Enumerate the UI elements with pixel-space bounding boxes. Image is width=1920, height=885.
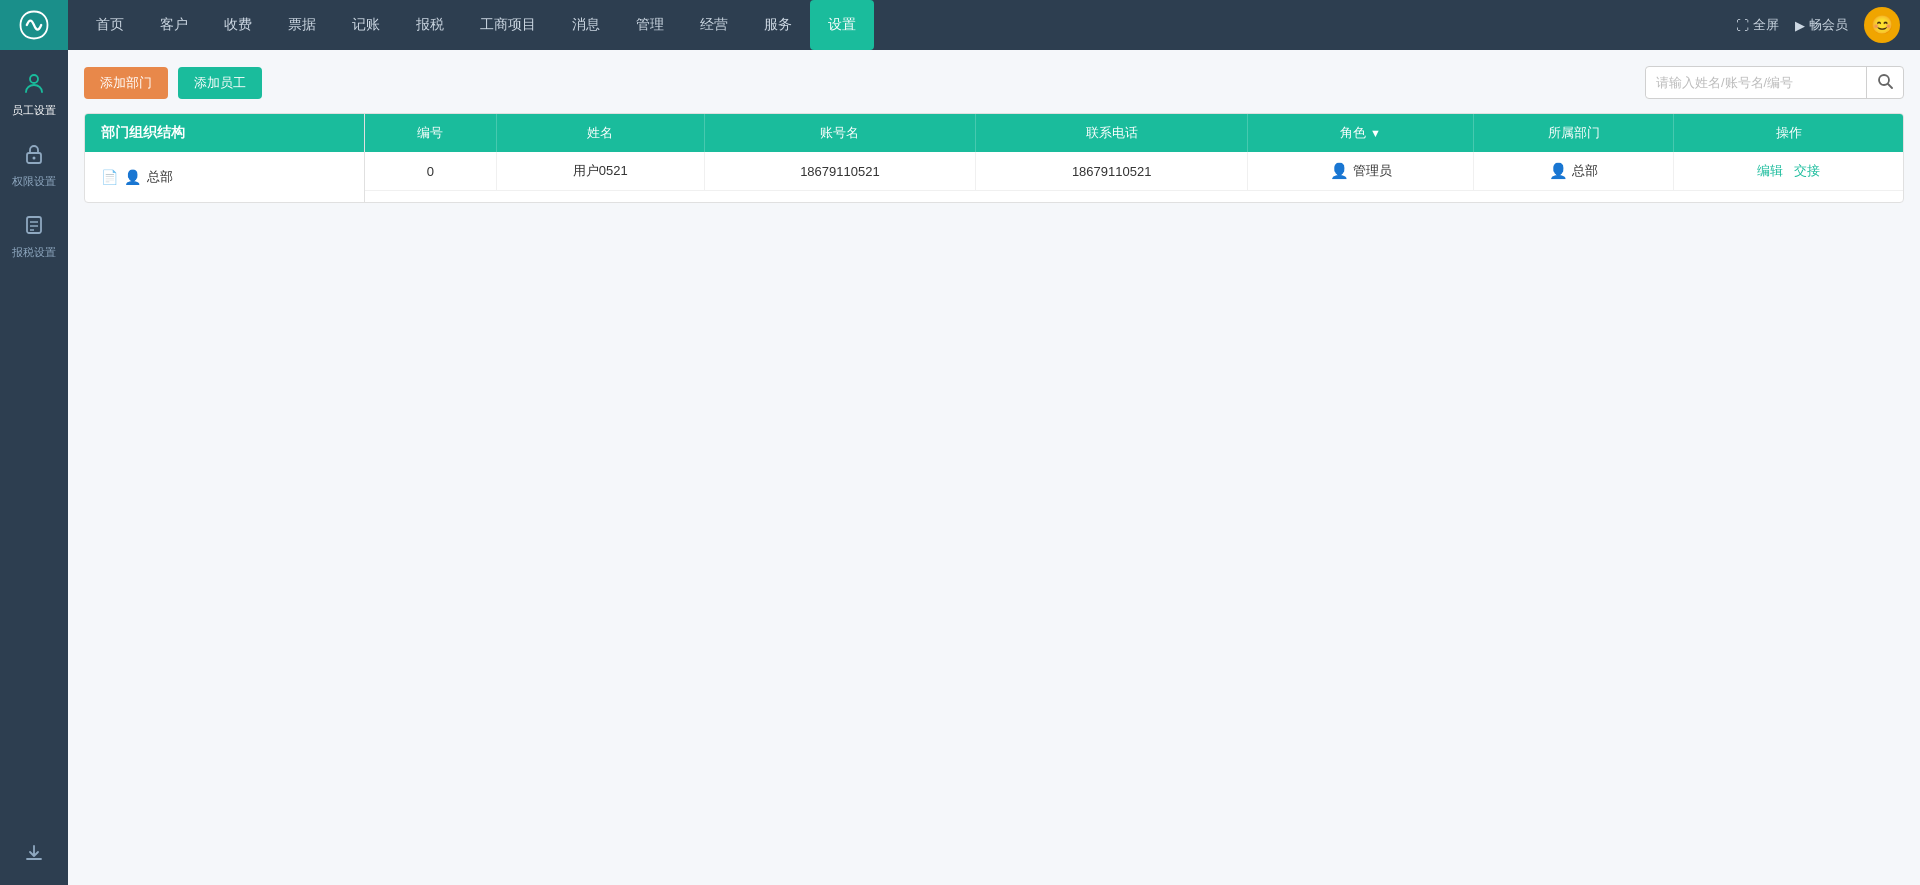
cell-name: 用户0521 [496,152,704,191]
table-row: 0 用户0521 18679110521 18679110521 👤 管理员 👤… [365,152,1903,191]
nav-item-manage[interactable]: 管理 [618,0,682,50]
main-content: 添加部门 添加员工 部门组织结构 [68,50,1920,885]
content-panel: 部门组织结构 📄 👤 总部 编号 姓名 账号名 [84,113,1904,203]
cell-account: 18679110521 [704,152,976,191]
col-phone: 联系电话 [976,114,1248,152]
cell-action: 编辑 交接 [1674,152,1903,191]
fullscreen-label: 全屏 [1753,16,1779,34]
nav-item-business[interactable]: 工商项目 [462,0,554,50]
search-button[interactable] [1866,67,1903,98]
sidebar-item-permission[interactable]: 权限设置 [0,131,68,197]
col-action: 操作 [1674,114,1903,152]
col-dept: 所属部门 [1474,114,1674,152]
nav-item-settings[interactable]: 设置 [810,0,874,50]
col-name: 姓名 [496,114,704,152]
nav-item-message[interactable]: 消息 [554,0,618,50]
sidebar-permission-label: 权限设置 [12,174,56,189]
dept-tree-body: 📄 👤 总部 [85,152,364,202]
role-user-icon: 👤 [1330,162,1349,180]
top-nav: 首页 客户 收费 票据 记账 报税 工商项目 消息 管理 经营 服务 设置 ⛶ … [0,0,1920,50]
nav-item-bookkeeping[interactable]: 记账 [334,0,398,50]
role-name: 管理员 [1353,162,1392,180]
dept-name: 总部 [147,168,173,186]
employee-table: 编号 姓名 账号名 联系电话 角色 ▼ 所属部门 操作 [365,114,1903,191]
col-account: 账号名 [704,114,976,152]
nav-item-fee[interactable]: 收费 [206,0,270,50]
vip-btn[interactable]: ▶ 畅会员 [1795,16,1848,34]
search-input[interactable] [1646,69,1866,96]
add-emp-button[interactable]: 添加员工 [178,67,262,99]
sidebar-item-employee[interactable]: 员工设置 [0,60,68,126]
svg-line-8 [1888,84,1892,88]
dept-name-cell: 总部 [1572,162,1598,180]
lock-icon [23,143,45,170]
nav-items: 首页 客户 收费 票据 记账 报税 工商项目 消息 管理 经营 服务 设置 [68,0,1736,50]
svg-point-0 [30,75,38,83]
nav-item-service[interactable]: 服务 [746,0,810,50]
vip-icon: ▶ [1795,18,1805,33]
sidebar-employee-label: 员工设置 [12,103,56,118]
dept-tree-header: 部门组织结构 [85,114,364,152]
cell-dept: 👤 总部 [1474,152,1674,191]
add-dept-button[interactable]: 添加部门 [84,67,168,99]
handover-link[interactable]: 交接 [1794,163,1820,178]
tax-icon [23,214,45,241]
download-icon [23,842,45,867]
doc-icon: 📄 [101,169,118,185]
search-area [1645,66,1904,99]
emp-table-area: 编号 姓名 账号名 联系电话 角色 ▼ 所属部门 操作 [365,114,1903,202]
search-icon [1877,73,1893,92]
nav-item-tax[interactable]: 报税 [398,0,462,50]
col-id: 编号 [365,114,496,152]
sidebar-item-taxsetting[interactable]: 报税设置 [0,202,68,268]
dept-user-icon: 👤 [1549,162,1568,180]
layout: 员工设置 权限设置 报税设置 [0,50,1920,885]
avatar-icon: 😊 [1871,14,1893,36]
dept-tree-item-general[interactable]: 📄 👤 总部 [101,162,348,192]
cell-phone: 18679110521 [976,152,1248,191]
sort-icon: ▼ [1370,127,1381,139]
sidebar-taxsetting-label: 报税设置 [12,245,56,260]
avatar[interactable]: 😊 [1864,7,1900,43]
fullscreen-btn[interactable]: ⛶ 全屏 [1736,16,1779,34]
cell-role: 👤 管理员 [1248,152,1474,191]
sidebar-bottom-btn[interactable] [0,830,68,875]
nav-item-customer[interactable]: 客户 [142,0,206,50]
toolbar: 添加部门 添加员工 [84,66,1904,99]
dept-user-icon: 👤 [124,169,141,185]
edit-link[interactable]: 编辑 [1757,163,1783,178]
logo[interactable] [0,0,68,50]
svg-point-2 [33,157,36,160]
cell-id: 0 [365,152,496,191]
nav-item-home[interactable]: 首页 [78,0,142,50]
nav-item-bill[interactable]: 票据 [270,0,334,50]
nav-right: ⛶ 全屏 ▶ 畅会员 😊 [1736,7,1920,43]
fullscreen-icon: ⛶ [1736,18,1749,33]
col-role[interactable]: 角色 ▼ [1248,114,1474,152]
dept-tree: 部门组织结构 📄 👤 总部 [85,114,365,202]
nav-item-operation[interactable]: 经营 [682,0,746,50]
sidebar: 员工设置 权限设置 报税设置 [0,50,68,885]
employee-icon [23,72,45,99]
vip-label: 畅会员 [1809,16,1848,34]
